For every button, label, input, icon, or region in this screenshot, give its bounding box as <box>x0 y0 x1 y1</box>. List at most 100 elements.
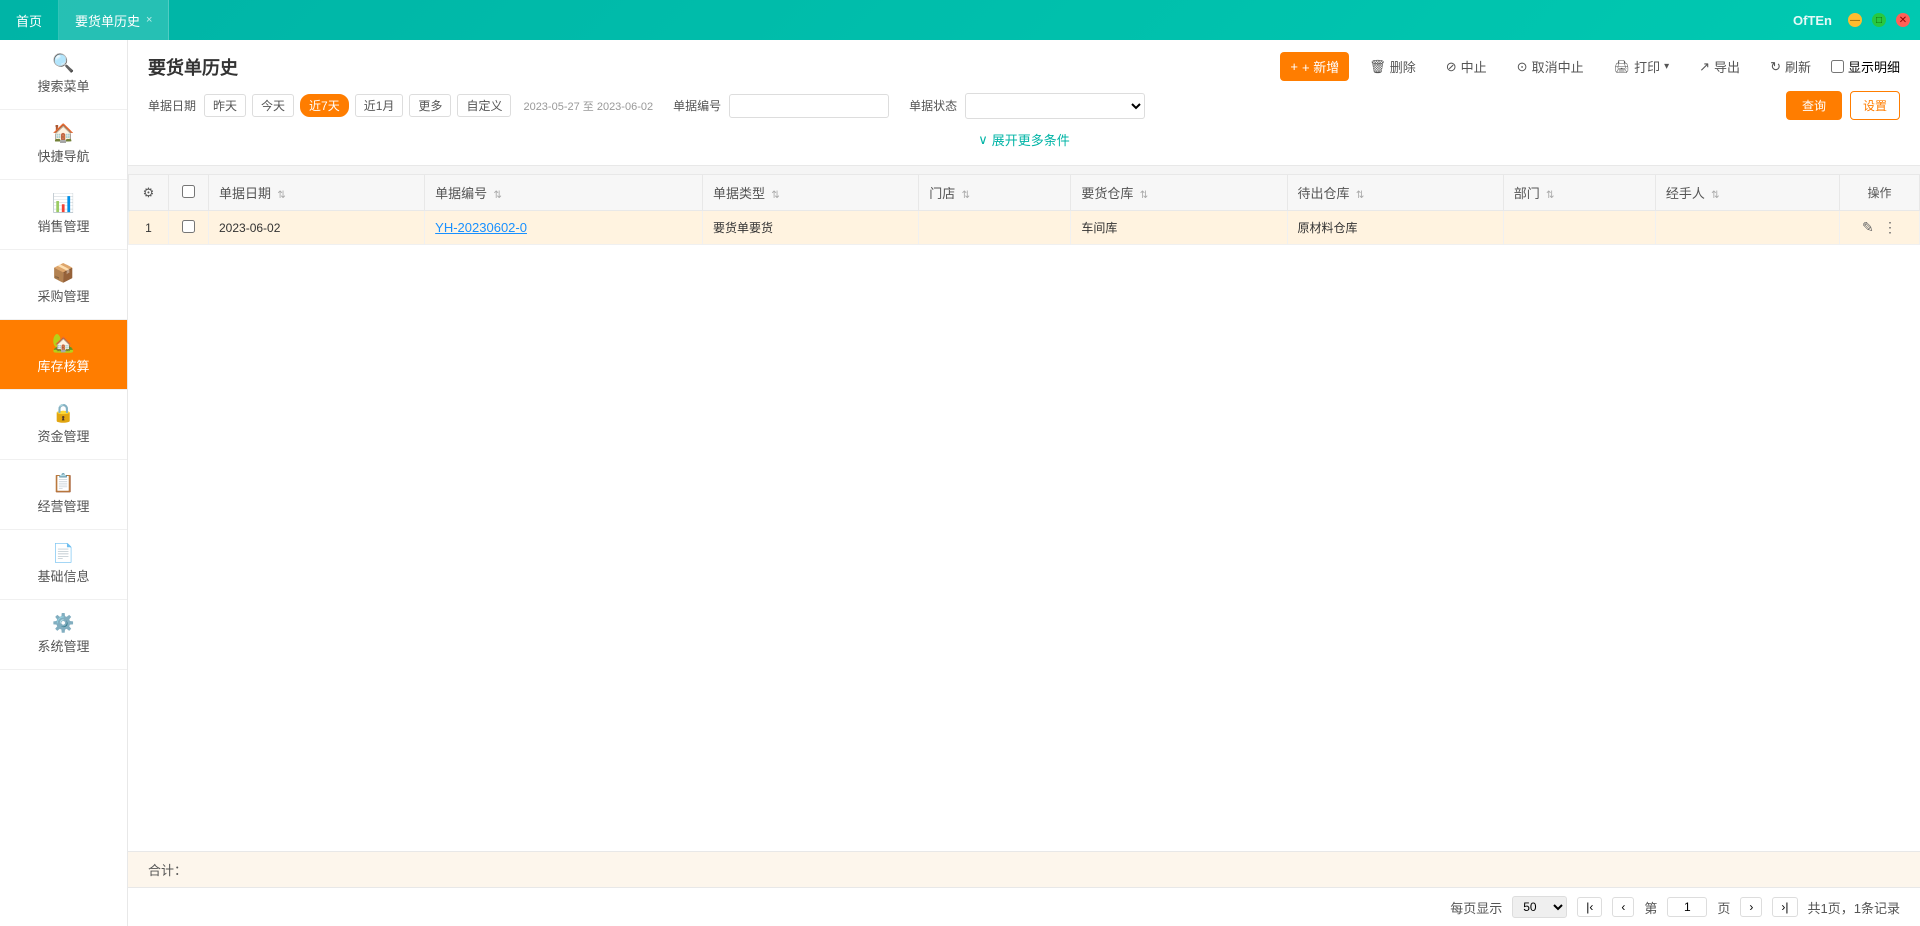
sidebar-item-sales-mgmt-label: 销售管理 <box>37 216 89 235</box>
print-dropdown-icon: ▾ <box>1664 61 1669 72</box>
minimize-button[interactable]: — <box>1848 13 1862 27</box>
th-order-no: 单据编号 ⇅ <box>425 175 703 211</box>
select-all-checkbox[interactable] <box>182 185 195 198</box>
date-btn-today[interactable]: 今天 <box>252 94 294 117</box>
tab-home[interactable]: 首页 <box>0 0 59 40</box>
first-page-button[interactable]: |‹ <box>1577 897 1602 917</box>
sidebar-item-operations-mgmt[interactable]: 📋 经营管理 <box>0 460 127 530</box>
date-btn-7days[interactable]: 近7天 <box>300 94 349 117</box>
last-page-button[interactable]: ›| <box>1772 897 1797 917</box>
sidebar-item-base-info[interactable]: 📄 基础信息 <box>0 530 127 600</box>
order-no-label: 单据编号 <box>673 97 721 114</box>
th-req-warehouse: 要货仓库 ⇅ <box>1071 175 1287 211</box>
page-number-input[interactable] <box>1667 897 1707 917</box>
export-button[interactable]: ↗ 导出 <box>1689 52 1750 81</box>
filter-row-1: 单据日期 昨天 今天 近7天 近1月 更多 自定义 2023-05-27 至 2… <box>148 91 1900 120</box>
tab-order-history[interactable]: 要货单历史 × <box>59 0 169 40</box>
finance-mgmt-icon: 🔒 <box>52 404 74 422</box>
date-btn-1month[interactable]: 近1月 <box>355 94 404 117</box>
page-title: 要货单历史 <box>148 54 238 80</box>
date-btn-more[interactable]: 更多 <box>409 94 451 117</box>
maximize-button[interactable]: □ <box>1872 13 1886 27</box>
sidebar-item-quick-nav-label: 快捷导航 <box>37 146 89 165</box>
cancel-stop-label: 取消中止 <box>1532 57 1584 76</box>
th-pending-warehouse: 待出仓库 ⇅ <box>1287 175 1503 211</box>
cancel-stop-button[interactable]: ⊙ 取消中止 <box>1507 52 1594 81</box>
sidebar-item-sales-mgmt[interactable]: 📊 销售管理 <box>0 180 127 250</box>
prev-page-button[interactable]: ‹ <box>1612 897 1634 917</box>
stop-icon: ⊘ <box>1446 59 1457 75</box>
delete-label: 删除 <box>1390 57 1416 76</box>
date-btn-yesterday[interactable]: 昨天 <box>204 94 246 117</box>
print-icon: 🖨 <box>1614 59 1631 75</box>
cell-order-no[interactable]: YH-20230602-0 <box>425 211 703 245</box>
total-info: 共1页，1条记录 <box>1808 898 1900 917</box>
sort-store-icon[interactable]: ⇅ <box>962 190 970 201</box>
quick-nav-icon: 🏠 <box>52 124 74 142</box>
sidebar-item-system-mgmt[interactable]: ⚙️ 系统管理 <box>0 600 127 670</box>
delete-icon: 🗑 <box>1369 59 1386 75</box>
brand-label: OfTEn <box>1793 13 1832 28</box>
table-body: 1 2023-06-02 YH-20230602-0 要货单要货 车间库 原材料… <box>129 211 1920 245</box>
sidebar-item-purchase-mgmt[interactable]: 📦 采购管理 <box>0 250 127 320</box>
order-status-select[interactable] <box>965 93 1145 119</box>
display-detail-checkbox[interactable] <box>1831 60 1844 73</box>
sort-req-warehouse-icon[interactable]: ⇅ <box>1140 190 1148 201</box>
cancel-stop-icon: ⊙ <box>1517 59 1528 75</box>
row-checkbox[interactable] <box>182 220 195 233</box>
page-size-select[interactable]: 10 20 50 100 <box>1512 896 1567 918</box>
refresh-button[interactable]: ↻ 刷新 <box>1760 52 1821 81</box>
sort-order-type-icon[interactable]: ⇅ <box>771 190 779 201</box>
sort-handler-icon[interactable]: ⇅ <box>1711 190 1719 201</box>
sidebar-item-base-info-label: 基础信息 <box>37 566 89 585</box>
date-filter-label: 单据日期 <box>148 97 196 114</box>
expand-label: 展开更多条件 <box>992 130 1070 149</box>
stop-label: 中止 <box>1461 57 1487 76</box>
date-range-display: 2023-05-27 至 2023-06-02 <box>523 98 653 114</box>
pagination-bar: 每页显示 10 20 50 100 |‹ ‹ 第 页 › ›| 共1页，1条记录 <box>128 887 1920 926</box>
stop-button[interactable]: ⊘ 中止 <box>1436 52 1497 81</box>
edit-action-button[interactable]: ✎ <box>1859 219 1877 236</box>
top-bar: 首页 要货单历史 × OfTEn — □ ✕ <box>0 0 1920 40</box>
sort-dept-icon[interactable]: ⇅ <box>1546 190 1554 201</box>
sort-order-no-icon[interactable]: ⇅ <box>494 190 502 201</box>
print-button[interactable]: 🖨 打印 ▾ <box>1604 52 1680 81</box>
new-icon: + <box>1290 59 1298 74</box>
toolbar: + + 新增 🗑 删除 ⊘ 中止 ⊙ 取消中止 <box>1280 52 1900 81</box>
close-button[interactable]: ✕ <box>1896 13 1910 27</box>
query-button[interactable]: 查询 <box>1786 91 1842 120</box>
delete-button[interactable]: 🗑 删除 <box>1359 52 1426 81</box>
display-detail-toggle[interactable]: 显示明细 <box>1831 57 1900 76</box>
date-btn-custom[interactable]: 自定义 <box>457 94 511 117</box>
sidebar-item-inventory-calc[interactable]: 🏡 库存核算 <box>0 320 127 390</box>
sort-date-icon[interactable]: ⇅ <box>277 190 285 201</box>
new-button[interactable]: + + 新增 <box>1280 52 1349 81</box>
th-settings: ⚙ <box>129 175 169 211</box>
print-label: 打印 <box>1634 57 1660 76</box>
th-dept: 部门 ⇅ <box>1503 175 1655 211</box>
page-size-label: 每页显示 <box>1450 898 1502 917</box>
sidebar-item-inventory-calc-label: 库存核算 <box>37 356 89 375</box>
sidebar-item-quick-nav[interactable]: 🏠 快捷导航 <box>0 110 127 180</box>
sidebar-item-search-menu[interactable]: 🔍 搜索菜单 <box>0 40 127 110</box>
expand-filters-button[interactable]: ∨ 展开更多条件 <box>978 130 1070 149</box>
next-page-button[interactable]: › <box>1740 897 1762 917</box>
sort-pending-warehouse-icon[interactable]: ⇅ <box>1356 190 1364 201</box>
sidebar-item-finance-mgmt[interactable]: 🔒 资金管理 <box>0 390 127 460</box>
settings-button[interactable]: 设置 <box>1850 91 1900 120</box>
date-filter-options: 昨天 今天 近7天 近1月 更多 自定义 <box>204 94 511 117</box>
search-menu-icon: 🔍 <box>52 54 74 72</box>
content-area: 要货单历史 + + 新增 🗑 删除 ⊘ 中止 ⊙ <box>128 40 1920 926</box>
cell-date: 2023-06-02 <box>209 211 425 245</box>
table-area: ⚙ 单据日期 ⇅ 单据编号 ⇅ <box>128 174 1920 851</box>
display-detail-label: 显示明细 <box>1848 57 1900 76</box>
table-header-row: ⚙ 单据日期 ⇅ 单据编号 ⇅ <box>129 175 1920 211</box>
more-action-button[interactable]: ⋮ <box>1880 219 1900 236</box>
settings-icon[interactable]: ⚙ <box>143 185 155 200</box>
order-no-link[interactable]: YH-20230602-0 <box>435 220 527 235</box>
cell-checkbox <box>169 211 209 245</box>
th-checkbox <box>169 175 209 211</box>
order-no-input[interactable] <box>729 94 889 118</box>
expand-filters-row: ∨ 展开更多条件 <box>148 126 1900 157</box>
tab-close-icon[interactable]: × <box>146 14 152 26</box>
